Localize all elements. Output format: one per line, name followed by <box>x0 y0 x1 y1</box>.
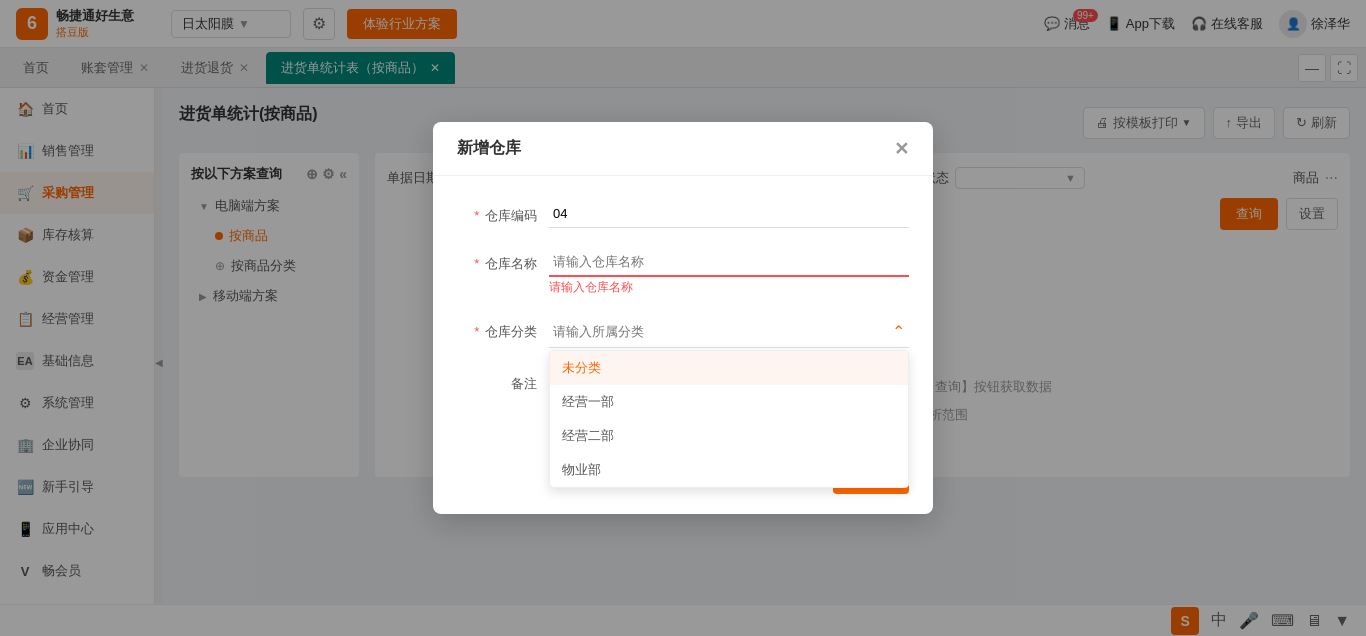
dropdown-option-dept1[interactable]: 经营一部 <box>550 385 908 419</box>
code-label: * 仓库编码 <box>457 200 537 225</box>
category-dropdown[interactable]: ⌃ <box>549 316 909 348</box>
dropdown-option-property[interactable]: 物业部 <box>550 453 908 487</box>
category-input[interactable] <box>553 324 892 339</box>
name-control: 请输入仓库名称 <box>549 248 909 296</box>
category-control: ⌃ 未分类 经营一部 经营二部 物业部 <box>549 316 909 348</box>
category-dropdown-menu: 未分类 经营一部 经营二部 物业部 <box>549 350 909 488</box>
dropdown-option-dept2[interactable]: 经营二部 <box>550 419 908 453</box>
notes-label: 备注 <box>457 368 537 393</box>
code-input[interactable] <box>549 200 909 228</box>
modal-header: 新增仓库 ✕ <box>433 122 933 176</box>
modal-overlay: 新增仓库 ✕ * 仓库编码 * 仓库名称 <box>0 0 1366 636</box>
name-label: * 仓库名称 <box>457 248 537 273</box>
code-control <box>549 200 909 228</box>
modal-title: 新增仓库 <box>457 138 521 159</box>
name-input[interactable] <box>549 248 909 277</box>
form-row-name: * 仓库名称 请输入仓库名称 <box>457 248 909 296</box>
required-star2: * <box>474 256 479 271</box>
required-star: * <box>474 208 479 223</box>
form-row-code: * 仓库编码 <box>457 200 909 228</box>
form-row-category: * 仓库分类 ⌃ 未分类 经营一部 经营二部 物业部 <box>457 316 909 348</box>
required-star3: * <box>474 324 479 339</box>
add-warehouse-modal: 新增仓库 ✕ * 仓库编码 * 仓库名称 <box>433 122 933 514</box>
dropdown-option-uncategorized[interactable]: 未分类 <box>550 351 908 385</box>
name-error-msg: 请输入仓库名称 <box>549 279 909 296</box>
category-label: * 仓库分类 <box>457 316 537 341</box>
modal-body: * 仓库编码 * 仓库名称 请输入仓库名称 <box>433 176 933 448</box>
dropdown-arrow-icon: ⌃ <box>892 322 905 341</box>
modal-close-btn[interactable]: ✕ <box>894 140 909 158</box>
